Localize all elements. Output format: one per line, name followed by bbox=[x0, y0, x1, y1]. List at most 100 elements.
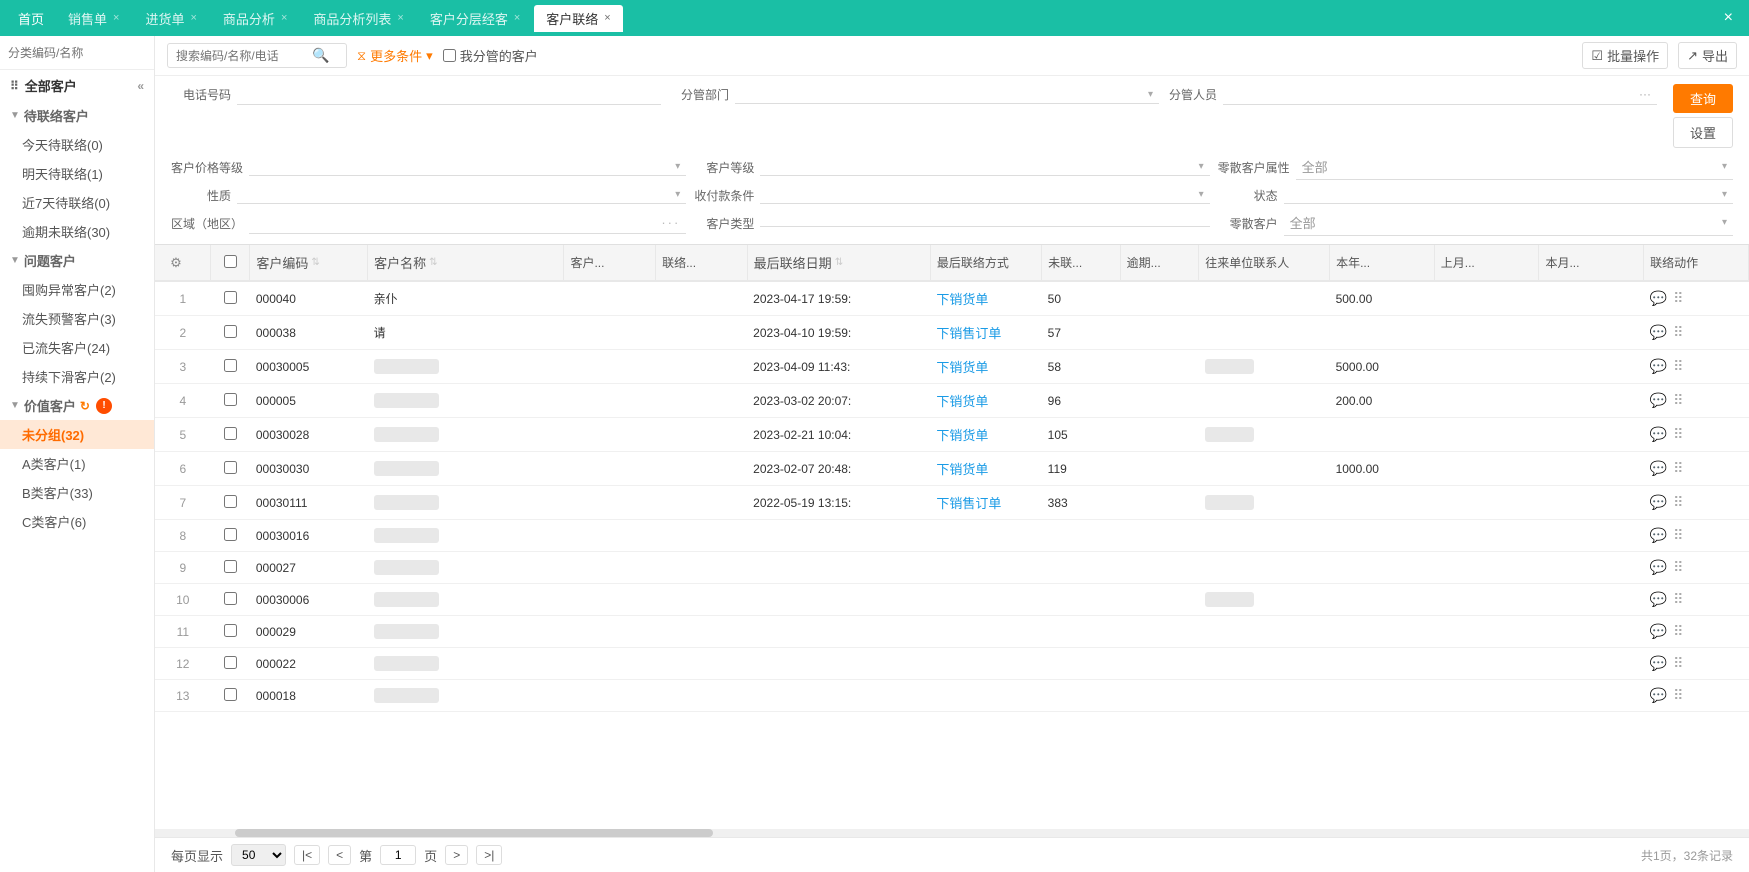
row-checkbox-cell[interactable] bbox=[211, 316, 250, 350]
batch-op-btn[interactable]: ☑ 批量操作 bbox=[1582, 42, 1668, 69]
sidebar-collapse-icon[interactable]: « bbox=[137, 79, 144, 93]
last-method-link[interactable]: 下销货单 bbox=[936, 394, 988, 409]
status-select[interactable]: ▾ bbox=[1284, 186, 1733, 204]
scroll-thumb[interactable] bbox=[235, 829, 713, 837]
row-checkbox-cell[interactable] bbox=[211, 384, 250, 418]
grid-action-icon[interactable]: ⠿ bbox=[1673, 559, 1683, 576]
sidebar-item-overdue[interactable]: 逾期未联络(30) bbox=[0, 217, 154, 246]
chat-icon[interactable]: 💬 bbox=[1650, 559, 1667, 576]
row-checkbox[interactable] bbox=[224, 325, 237, 338]
nav-tab-customer-contact[interactable]: 客户联络 × bbox=[534, 5, 622, 32]
horizontal-scrollbar[interactable] bbox=[155, 829, 1749, 837]
chat-icon[interactable]: 💬 bbox=[1650, 460, 1667, 477]
scatter-select[interactable]: 全部 ▾ bbox=[1284, 210, 1733, 236]
type-select[interactable] bbox=[760, 220, 1209, 227]
row-checkbox-cell[interactable] bbox=[211, 552, 250, 584]
sidebar-item-b-class[interactable]: B类客户(33) bbox=[0, 478, 154, 507]
row-checkbox-cell[interactable] bbox=[211, 418, 250, 452]
pay-select[interactable]: ▾ bbox=[760, 186, 1209, 204]
page-number-input[interactable] bbox=[380, 845, 416, 865]
chat-icon[interactable]: 💬 bbox=[1650, 494, 1667, 511]
page-size-select[interactable]: 50 20 100 bbox=[231, 844, 286, 866]
row-checkbox-cell[interactable] bbox=[211, 584, 250, 616]
sidebar-item-today[interactable]: 今天待联络(0) bbox=[0, 130, 154, 159]
sidebar-item-c-class[interactable]: C类客户(6) bbox=[0, 507, 154, 536]
gender-select[interactable]: ▾ bbox=[237, 186, 686, 204]
region-dots-icon[interactable]: ··· bbox=[661, 215, 680, 230]
grid-action-icon[interactable]: ⠿ bbox=[1673, 426, 1683, 443]
last-method-link[interactable]: 下销货单 bbox=[936, 360, 988, 375]
sidebar-item-ungroup[interactable]: 未分组(32) bbox=[0, 420, 154, 449]
chat-icon[interactable]: 💬 bbox=[1650, 623, 1667, 640]
reset-button[interactable]: 设置 bbox=[1673, 117, 1733, 148]
close-tab-sales-icon[interactable]: × bbox=[113, 12, 119, 24]
select-all-checkbox[interactable] bbox=[224, 255, 237, 268]
row-checkbox-cell[interactable] bbox=[211, 452, 250, 486]
row-checkbox[interactable] bbox=[224, 528, 237, 541]
query-button[interactable]: 查询 bbox=[1673, 84, 1733, 113]
chat-icon[interactable]: 💬 bbox=[1650, 687, 1667, 704]
last-method-link[interactable]: 下销货单 bbox=[936, 428, 988, 443]
sidebar-item-churn-warning[interactable]: 流失预警客户(3) bbox=[0, 304, 154, 333]
sidebar-item-tomorrow[interactable]: 明天待联络(1) bbox=[0, 159, 154, 188]
row-checkbox[interactable] bbox=[224, 624, 237, 637]
grid-action-icon[interactable]: ⠿ bbox=[1673, 687, 1683, 704]
row-checkbox[interactable] bbox=[224, 393, 237, 406]
close-tab-analysis-icon[interactable]: × bbox=[281, 12, 287, 24]
chat-icon[interactable]: 💬 bbox=[1650, 324, 1667, 341]
row-checkbox[interactable] bbox=[224, 656, 237, 669]
chat-icon[interactable]: 💬 bbox=[1650, 655, 1667, 672]
row-checkbox[interactable] bbox=[224, 560, 237, 573]
nav-tab-analysis[interactable]: 商品分析 × bbox=[211, 5, 299, 32]
nav-tab-analysis-list[interactable]: 商品分析列表 × bbox=[301, 5, 415, 32]
price-select[interactable]: ▾ bbox=[249, 158, 686, 176]
region-select[interactable]: ··· bbox=[249, 212, 686, 234]
grid-action-icon[interactable]: ⠿ bbox=[1673, 290, 1683, 307]
grid-action-icon[interactable]: ⠿ bbox=[1673, 392, 1683, 409]
level-select[interactable]: ▾ bbox=[760, 158, 1209, 176]
sidebar-item-a-class[interactable]: A类客户(1) bbox=[0, 449, 154, 478]
last-method-link[interactable]: 下销货单 bbox=[936, 292, 988, 307]
nav-tab-customer-segment[interactable]: 客户分层经客 × bbox=[418, 5, 532, 32]
last-method-link[interactable]: 下销售订单 bbox=[936, 326, 1001, 341]
customer-table-wrapper[interactable]: ⚙ 客户编码⇅ 客户名称⇅ 客户... 联络... bbox=[155, 245, 1749, 829]
row-checkbox-cell[interactable] bbox=[211, 680, 250, 712]
settings-icon[interactable]: ⚙ bbox=[161, 255, 191, 271]
grid-action-icon[interactable]: ⠿ bbox=[1673, 324, 1683, 341]
grid-action-icon[interactable]: ⠿ bbox=[1673, 494, 1683, 511]
sidebar-item-7days[interactable]: 近7天待联络(0) bbox=[0, 188, 154, 217]
next-page-btn[interactable]: > bbox=[445, 845, 468, 865]
chat-icon[interactable]: 💬 bbox=[1650, 426, 1667, 443]
last-page-btn[interactable]: >| bbox=[476, 845, 502, 865]
row-checkbox[interactable] bbox=[224, 461, 237, 474]
row-checkbox-cell[interactable] bbox=[211, 616, 250, 648]
chat-icon[interactable]: 💬 bbox=[1650, 358, 1667, 375]
row-checkbox-cell[interactable] bbox=[211, 648, 250, 680]
row-checkbox[interactable] bbox=[224, 291, 237, 304]
first-page-btn[interactable]: |< bbox=[294, 845, 320, 865]
grid-action-icon[interactable]: ⠿ bbox=[1673, 358, 1683, 375]
row-checkbox-cell[interactable] bbox=[211, 486, 250, 520]
nav-tab-home[interactable]: 首页 bbox=[8, 5, 54, 32]
row-checkbox[interactable] bbox=[224, 592, 237, 605]
sidebar-item-hoarding[interactable]: 囤购异常客户(2) bbox=[0, 275, 154, 304]
row-checkbox[interactable] bbox=[224, 359, 237, 372]
row-checkbox[interactable] bbox=[224, 495, 237, 508]
person-select[interactable]: ··· bbox=[1223, 84, 1657, 105]
sidebar-item-declining[interactable]: 持续下滑客户(2) bbox=[0, 362, 154, 391]
row-checkbox[interactable] bbox=[224, 688, 237, 701]
close-tab-contact-icon[interactable]: × bbox=[604, 12, 610, 24]
export-btn[interactable]: ↗ 导出 bbox=[1678, 42, 1737, 69]
row-checkbox-cell[interactable] bbox=[211, 350, 250, 384]
col-checkbox[interactable] bbox=[211, 245, 250, 281]
main-search-input[interactable] bbox=[176, 49, 306, 63]
grid-action-icon[interactable]: ⠿ bbox=[1673, 655, 1683, 672]
grid-action-icon[interactable]: ⠿ bbox=[1673, 460, 1683, 477]
attr-select[interactable]: 全部 ▾ bbox=[1296, 154, 1733, 180]
nav-tab-purchase[interactable]: 进货单 × bbox=[133, 5, 208, 32]
row-checkbox-cell[interactable] bbox=[211, 281, 250, 316]
sidebar-item-churned[interactable]: 已流失客户(24) bbox=[0, 333, 154, 362]
phone-input[interactable] bbox=[237, 84, 661, 105]
more-filters-btn[interactable]: ⧖ 更多条件 ▾ bbox=[357, 46, 433, 65]
row-checkbox-cell[interactable] bbox=[211, 520, 250, 552]
